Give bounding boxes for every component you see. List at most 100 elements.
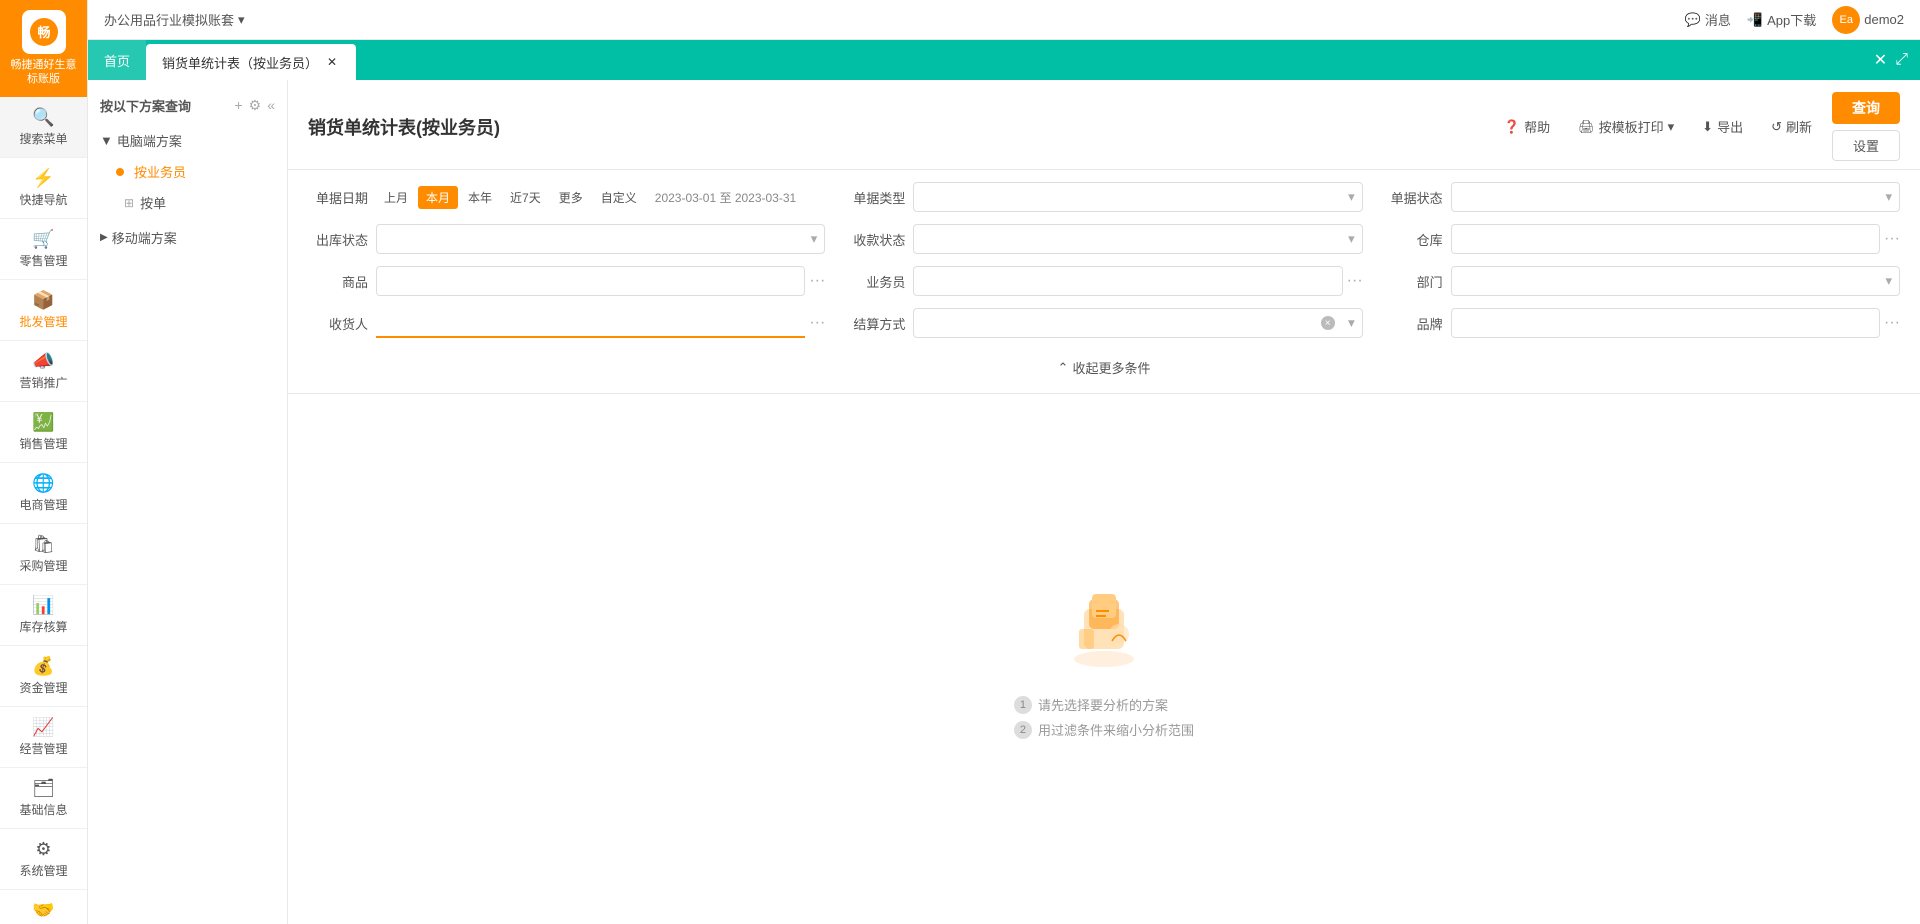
inventory-icon: 📊: [32, 595, 54, 616]
goods-dots-icon[interactable]: ···: [805, 272, 825, 290]
doc-status-label: 单据状态: [1383, 188, 1443, 207]
tab-close-icon[interactable]: ✕: [324, 54, 340, 70]
warehouse-dots-icon[interactable]: ···: [1880, 230, 1900, 248]
tab-home[interactable]: 首页: [88, 40, 146, 80]
left-panel-settings-icon[interactable]: ⚙: [249, 97, 262, 114]
sidebar-item-finance[interactable]: 💰 资金管理: [0, 646, 87, 707]
doc-status-select[interactable]: [1451, 182, 1900, 212]
date-tab-this-year[interactable]: 本年: [460, 186, 500, 209]
tab-home-label: 首页: [104, 51, 130, 70]
date-tab-last-month[interactable]: 上月: [376, 186, 416, 209]
receiver-input[interactable]: [376, 308, 805, 338]
left-panel-actions: + ⚙ «: [234, 97, 275, 114]
logo-icon: 畅: [22, 10, 66, 54]
print-button[interactable]: 🖨 按模板打印 ▾: [1570, 113, 1682, 140]
sidebar-item-search[interactable]: 🔍 搜索菜单: [0, 97, 87, 158]
topbar-user[interactable]: Ea demo2: [1832, 6, 1904, 34]
brand-dots-icon[interactable]: ···: [1880, 314, 1900, 332]
export-button[interactable]: ⬇ 导出: [1694, 113, 1751, 140]
goods-input-wrap: ···: [376, 266, 825, 296]
collapse-button[interactable]: ⌃ 收起更多条件: [1058, 354, 1151, 381]
right-panel: 销货单统计表(按业务员) ❓ 帮助 🖨 按模板打印 ▾ ⬇ 导出: [288, 80, 1920, 924]
sidebar-item-quick-nav[interactable]: ⚡ 快捷导航: [0, 158, 87, 219]
dept-select[interactable]: [1451, 266, 1900, 296]
sidebar-item-marketing[interactable]: 📣 营销推广: [0, 341, 87, 402]
refresh-button[interactable]: ↺ 刷新: [1763, 113, 1820, 140]
scheme-item-salesman[interactable]: 按业务员: [88, 156, 287, 187]
goods-input[interactable]: [376, 266, 805, 296]
sidebar-item-inventory[interactable]: 📊 库存核算: [0, 585, 87, 646]
date-tab-more[interactable]: 更多: [551, 186, 591, 209]
left-panel: 按以下方案查询 + ⚙ « ▼ 电脑端方案 按业务员 ⊞ 按单: [88, 80, 288, 924]
sidebar-item-sales[interactable]: 💹 销售管理: [0, 402, 87, 463]
topbar-app-download[interactable]: 📲 App下载: [1747, 10, 1816, 29]
brand-input-wrap: ···: [1451, 308, 1900, 338]
brand-label: 品牌: [1383, 314, 1443, 333]
salesman-input[interactable]: [913, 266, 1342, 296]
brand-input[interactable]: [1451, 308, 1880, 338]
sidebar-item-label-finance: 资金管理: [19, 679, 67, 696]
tab-sales-stat-label: 销货单统计表（按业务员）: [162, 53, 318, 72]
salesman-dots-icon[interactable]: ···: [1343, 272, 1363, 290]
sidebar-item-base-info[interactable]: 🗂 基础信息: [0, 768, 87, 829]
warehouse-input[interactable]: [1451, 224, 1880, 254]
mobile-scheme-section[interactable]: ▶ 移动端方案: [88, 222, 287, 253]
sidebar-item-wholesale[interactable]: 📦 批发管理: [0, 280, 87, 341]
sidebar-item-enterprise[interactable]: 🤝 企业协同: [0, 890, 87, 924]
left-panel-add-icon[interactable]: +: [234, 97, 242, 114]
sidebar-item-purchase[interactable]: 🛍 采购管理: [0, 524, 87, 585]
quick-nav-icon: ⚡: [32, 168, 54, 189]
goods-label: 商品: [308, 272, 368, 291]
doc-type-select-wrap[interactable]: [913, 182, 1362, 212]
filter-row-4: 收货人 ··· 结算方式 × ▾: [308, 308, 1900, 338]
doc-status-select-wrap[interactable]: [1451, 182, 1900, 212]
query-button[interactable]: 查询: [1832, 92, 1900, 124]
date-tab-this-month[interactable]: 本月: [418, 186, 458, 209]
collapse-row: ⌃ 收起更多条件: [308, 350, 1900, 381]
dept-select-wrap[interactable]: [1451, 266, 1900, 296]
setting-button[interactable]: 设置: [1832, 130, 1900, 161]
pc-scheme-arrow-icon: ▼: [100, 133, 113, 148]
settlement-clear-icon[interactable]: ×: [1321, 316, 1335, 330]
topbar-message[interactable]: 💬 消息: [1685, 10, 1731, 29]
sidebar-item-operation[interactable]: 📈 经营管理: [0, 707, 87, 768]
stock-status-select-wrap[interactable]: [376, 224, 825, 254]
date-label: 单据日期: [308, 188, 368, 207]
sidebar-item-ecommerce[interactable]: 🌐 电商管理: [0, 463, 87, 524]
dept-label: 部门: [1383, 272, 1443, 291]
stock-status-select[interactable]: [376, 224, 825, 254]
payment-status-select[interactable]: [913, 224, 1362, 254]
page-header-actions: ❓ 帮助 🖨 按模板打印 ▾ ⬇ 导出 ↺ 刷新: [1496, 92, 1900, 161]
tabbar-close-action[interactable]: ✕: [1874, 50, 1887, 70]
left-panel-collapse-icon[interactable]: «: [267, 97, 275, 114]
sidebar-logo[interactable]: 畅 畅捷通好生意标账版: [0, 0, 87, 97]
user-name: demo2: [1864, 12, 1904, 27]
topbar-left: 办公用品行业模拟账套 ▾: [104, 10, 245, 29]
tabbar-expand-action[interactable]: ⤢: [1895, 51, 1908, 69]
settlement-select-wrap: × ▾: [913, 308, 1362, 338]
collapse-label: 收起更多条件: [1072, 358, 1150, 377]
pc-scheme-label[interactable]: ▼ 电脑端方案: [88, 125, 287, 156]
tabbar: 首页 销货单统计表（按业务员） ✕ ✕ ⤢: [88, 40, 1920, 80]
doc-type-select[interactable]: [913, 182, 1362, 212]
finance-icon: 💰: [32, 656, 54, 677]
sidebar-item-label-base-info: 基础信息: [19, 801, 67, 818]
settlement-select[interactable]: [913, 308, 1362, 338]
topbar-title-dropdown[interactable]: 办公用品行业模拟账套 ▾: [104, 10, 245, 29]
date-tab-7days[interactable]: 近7天: [502, 186, 549, 209]
export-icon: ⬇: [1702, 119, 1713, 135]
tip-text-1: 请先选择要分析的方案: [1038, 695, 1168, 714]
scheme-sub-order[interactable]: ⊞ 按单: [88, 187, 287, 218]
date-tab-custom[interactable]: 自定义: [593, 186, 645, 209]
sidebar-item-sys-manage[interactable]: ⚙ 系统管理: [0, 829, 87, 890]
filter-row-3: 商品 ··· 业务员 ···: [308, 266, 1900, 296]
sidebar-item-retail[interactable]: 🛒 零售管理: [0, 219, 87, 280]
payment-status-select-wrap[interactable]: [913, 224, 1362, 254]
help-button[interactable]: ❓ 帮助: [1496, 113, 1558, 140]
topbar: 办公用品行业模拟账套 ▾ 💬 消息 📲 App下载 Ea demo2: [88, 0, 1920, 40]
filter-item-payment-status: 收款状态: [845, 224, 1362, 254]
tip-num-2: 2: [1014, 721, 1032, 739]
tab-sales-stat[interactable]: 销货单统计表（按业务员） ✕: [146, 44, 356, 80]
receiver-dots-icon[interactable]: ···: [805, 314, 825, 332]
tabbar-actions: ✕ ⤢: [1874, 50, 1920, 70]
